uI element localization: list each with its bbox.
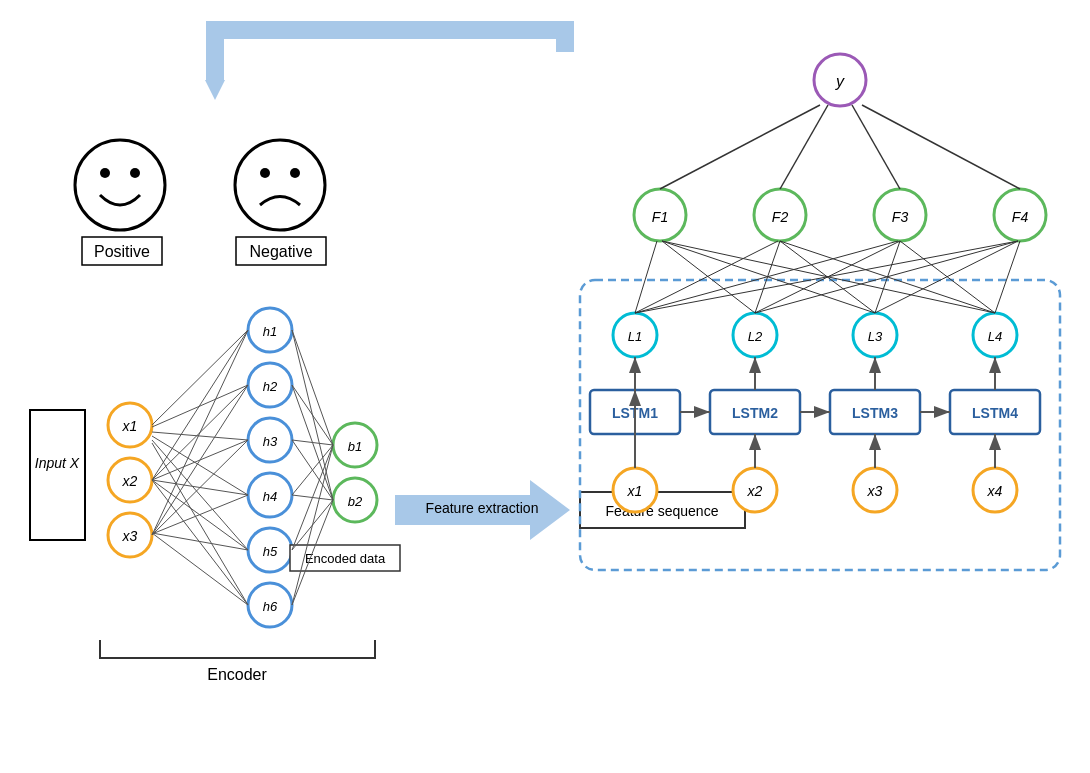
conn-h1-b1 [292,330,333,445]
f1-label: F1 [652,209,668,225]
conn-x2-h1 [152,330,248,480]
x2-label-left: x2 [122,473,138,489]
x3-label-left: x3 [122,528,138,544]
conn-x3-h1 [152,330,248,535]
h6-label: h6 [263,599,278,614]
sad-right-eye [290,168,300,178]
sad-left-eye [260,168,270,178]
h3-label: h3 [263,434,278,449]
conn-x3-h5 [152,533,248,550]
f4-label: F4 [1012,209,1029,225]
f1-y [660,105,820,189]
x4-lstm-label: x4 [987,483,1003,499]
l4-label: L4 [988,329,1002,344]
happy-left-eye [100,168,110,178]
l3-label: L3 [868,329,883,344]
positive-label: Positive [94,243,150,260]
f4-y [862,105,1020,189]
x1-lstm-label: x1 [627,483,643,499]
l2-label: L2 [748,329,763,344]
feature-extraction-label: Feature extraction [426,500,539,516]
h2-label: h2 [263,379,278,394]
conn-x3-h6 [152,533,248,605]
l4-f3 [900,241,995,313]
l1-f1 [635,241,657,313]
main-diagram: Positive Negative Input X x1 x2 x3 h1 h2… [0,0,1090,773]
input-x-box [30,410,85,540]
b2-label: b2 [348,494,363,509]
conn-x3-h3 [152,440,248,535]
feedback-arrow [215,30,565,80]
l1-label: L1 [628,329,642,344]
conn-x1-h1 [152,330,248,425]
input-x-label: Input X [35,455,80,471]
conn-h1-b2 [292,330,333,500]
encoded-data-label: Encoded data [305,551,386,566]
f2-y [780,105,828,189]
l4-f4 [995,241,1020,313]
conn-x1-h2 [152,385,248,427]
lstm4-label: LSTM4 [972,405,1018,421]
conn-h5-b1 [292,445,333,550]
happy-face-circle [75,140,165,230]
negative-label: Negative [249,243,312,260]
f2-label: F2 [772,209,789,225]
feedback-arrowhead [205,80,225,100]
encoder-label: Encoder [207,666,267,683]
y-label: y [835,73,845,90]
encoder-brace [100,640,375,658]
conn-x1-h5 [152,440,248,550]
l1-f2 [635,241,778,313]
conn-x3-h2 [152,385,248,535]
lstm3-label: LSTM3 [852,405,898,421]
lstm2-label: LSTM2 [732,405,778,421]
conn-h6-b1 [292,445,333,605]
x3-lstm-label: x3 [867,483,883,499]
x2-lstm-label: x2 [747,483,763,499]
h4-label: h4 [263,489,277,504]
conn-x2-h6 [152,480,248,605]
x1-label-left: x1 [122,418,138,434]
f3-label: F3 [892,209,909,225]
b1-label: b1 [348,439,362,454]
conn-x3-h4 [152,495,248,534]
h5-label: h5 [263,544,278,559]
conn-h2-b2 [292,385,333,500]
happy-right-eye [130,168,140,178]
sad-face-circle [235,140,325,230]
h1-label: h1 [263,324,277,339]
f3-y [852,105,900,189]
conn-x1-h6 [152,443,248,605]
l4-f1 [662,241,995,313]
l1-f3 [635,241,898,313]
